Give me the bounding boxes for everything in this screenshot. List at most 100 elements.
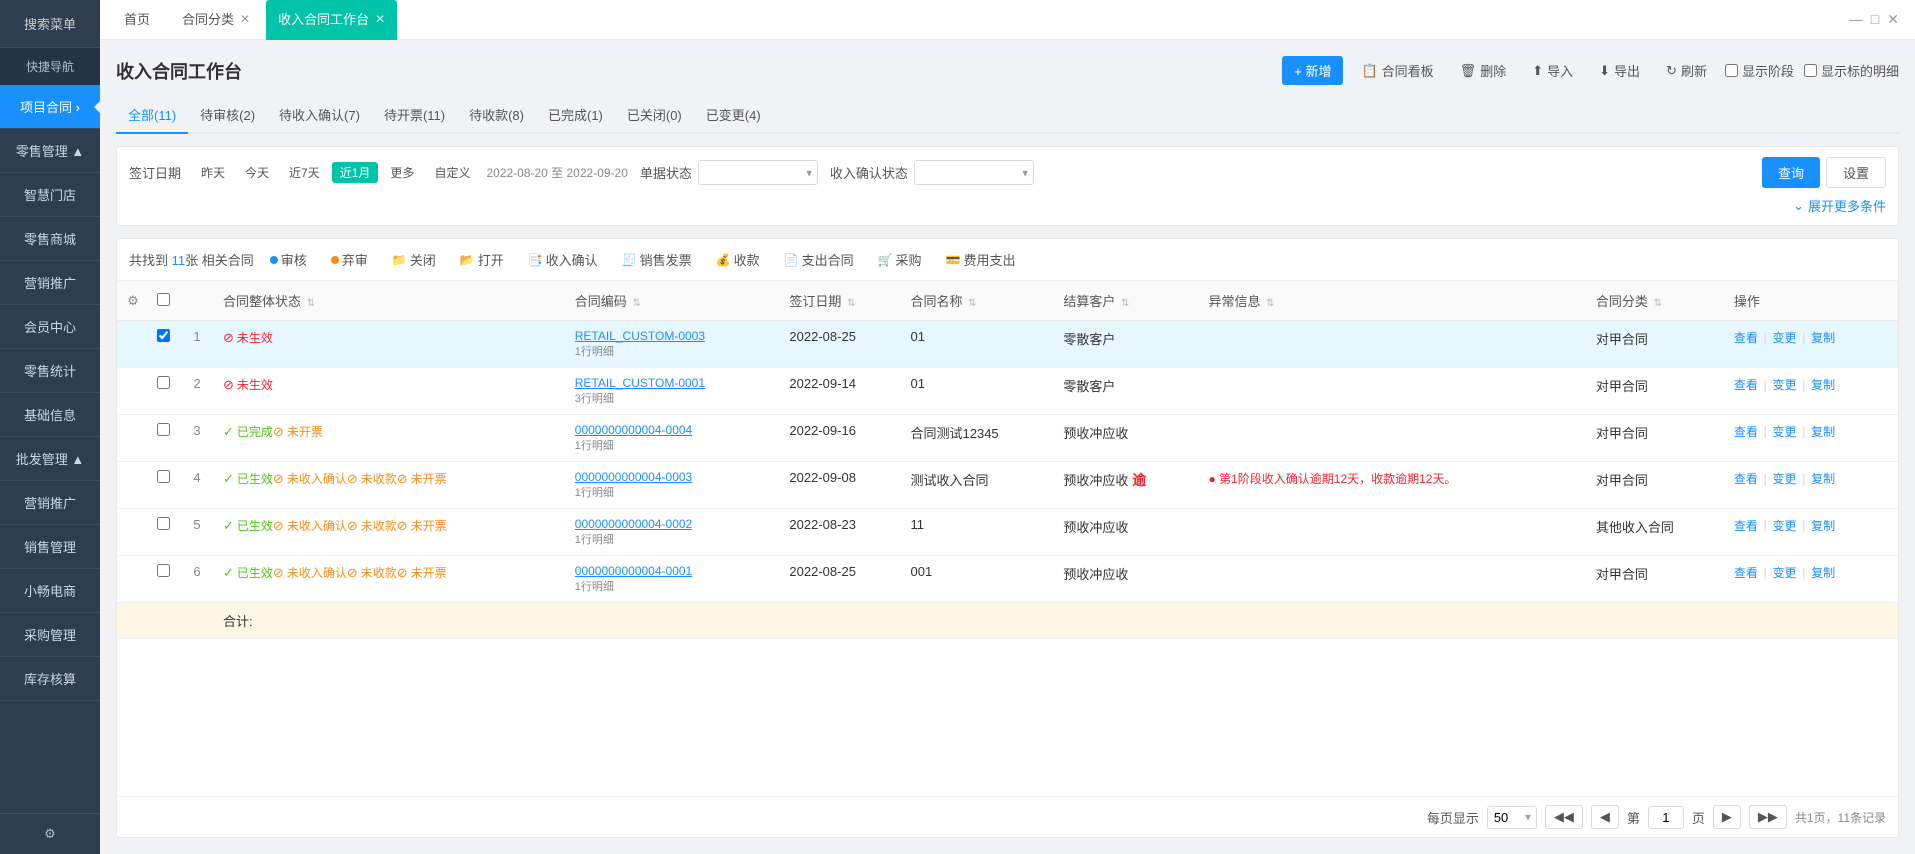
new-button[interactable]: + 新增 xyxy=(1282,56,1343,85)
export-button[interactable]: ⬇ 导出 xyxy=(1591,57,1648,84)
contract-board-button[interactable]: 📋 合同看板 xyxy=(1353,57,1441,84)
query-button[interactable]: 查询 xyxy=(1762,157,1820,188)
sidebar-item-sales[interactable]: 销售管理 xyxy=(0,525,100,569)
sidebar-item-inventory[interactable]: 库存核算 xyxy=(0,657,100,701)
income-confirm-select[interactable] xyxy=(914,160,1034,185)
date-btn-yesterday[interactable]: 昨天 xyxy=(193,162,233,183)
last-page-button[interactable]: ▶▶ xyxy=(1749,805,1787,829)
sidebar-item-marketing2[interactable]: 营销推广 xyxy=(0,481,100,525)
row-select-checkbox[interactable] xyxy=(157,329,170,342)
sidebar-item-member[interactable]: 会员中心 xyxy=(0,305,100,349)
op-变更[interactable]: 变更 xyxy=(1772,378,1796,392)
abandon-button[interactable]: 弃审 xyxy=(323,247,376,272)
date-btn-last1month[interactable]: 近1月 xyxy=(332,162,379,183)
sidebar-item-project-contract[interactable]: 项目合同 › xyxy=(0,85,100,129)
op-变更[interactable]: 变更 xyxy=(1772,331,1796,345)
op-查看[interactable]: 查看 xyxy=(1734,566,1758,580)
audit-button[interactable]: 审核 xyxy=(262,247,315,272)
status-tab-pending-payment[interactable]: 待收款(8) xyxy=(457,97,536,132)
op-复制[interactable]: 复制 xyxy=(1811,566,1835,580)
table-scroll[interactable]: ⚙ 合同整体状态 ⇅ 合同编码 xyxy=(117,281,1898,796)
contract-code-link[interactable]: RETAIL_CUSTOM-0001 xyxy=(575,376,774,390)
row-select-checkbox[interactable] xyxy=(157,376,170,389)
status-tab-changed[interactable]: 已变更(4) xyxy=(694,97,773,132)
date-btn-last7days[interactable]: 近7天 xyxy=(281,162,328,183)
col-overall-status[interactable]: 合同整体状态 ⇅ xyxy=(215,281,567,321)
sidebar-item-retail-mall[interactable]: 零售商城 xyxy=(0,217,100,261)
income-confirm-button[interactable]: 📑 收入确认 xyxy=(520,247,606,272)
op-变更[interactable]: 变更 xyxy=(1772,566,1796,580)
contract-code-link[interactable]: 0000000000004-0003 xyxy=(575,470,774,484)
delete-button[interactable]: 🗑 删除 xyxy=(1452,57,1515,84)
tab-home[interactable]: 首页 xyxy=(108,0,166,40)
op-查看[interactable]: 查看 xyxy=(1734,378,1758,392)
op-复制[interactable]: 复制 xyxy=(1811,331,1835,345)
first-page-button[interactable]: ◀◀ xyxy=(1545,805,1583,829)
op-变更[interactable]: 变更 xyxy=(1772,425,1796,439)
sidebar-item-wholesale[interactable]: 批发管理 ▲ xyxy=(0,437,100,481)
sidebar-item-marketing[interactable]: 营销推广 xyxy=(0,261,100,305)
expense-pay-button[interactable]: 💳 费用支出 xyxy=(938,247,1024,272)
status-tab-pending-review[interactable]: 待审核(2) xyxy=(188,97,267,132)
tab-income-workbench-close[interactable]: ✕ xyxy=(375,12,385,26)
col-contract-code[interactable]: 合同编码 ⇅ xyxy=(567,281,782,321)
sidebar-item-smart-store[interactable]: 智慧门店 xyxy=(0,173,100,217)
sidebar-item-purchase[interactable]: 采购管理 xyxy=(0,613,100,657)
op-复制[interactable]: 复制 xyxy=(1811,519,1835,533)
op-查看[interactable]: 查看 xyxy=(1734,331,1758,345)
col-settlement-customer[interactable]: 结算客户 ⇅ xyxy=(1055,281,1200,321)
per-page-select[interactable]: 10 20 50 100 xyxy=(1487,806,1537,829)
purchase-button[interactable]: 🛒 采购 xyxy=(870,247,930,272)
op-复制[interactable]: 复制 xyxy=(1811,472,1835,486)
op-查看[interactable]: 查看 xyxy=(1734,519,1758,533)
close-button[interactable]: ✕ xyxy=(1887,11,1899,28)
contract-code-link[interactable]: 0000000000004-0004 xyxy=(575,423,774,437)
collect-button[interactable]: 💰 收款 xyxy=(708,247,768,272)
prev-page-button[interactable]: ◀ xyxy=(1591,805,1619,829)
expense-contract-button[interactable]: 📄 支出合同 xyxy=(776,247,862,272)
op-查看[interactable]: 查看 xyxy=(1734,472,1758,486)
show-fields-input[interactable] xyxy=(1725,64,1738,77)
status-tab-all[interactable]: 全部(11) xyxy=(116,97,188,132)
doc-status-select[interactable] xyxy=(698,160,818,185)
status-tab-pending-invoice[interactable]: 待开票(11) xyxy=(372,97,457,132)
col-contract-type[interactable]: 合同分类 ⇅ xyxy=(1588,281,1726,321)
tab-contract-type-close[interactable]: ✕ xyxy=(240,12,250,26)
sales-invoice-button[interactable]: 🧾 销售发票 xyxy=(614,247,700,272)
contract-code-link[interactable]: 0000000000004-0001 xyxy=(575,564,774,578)
open-contract-button[interactable]: 📂 打开 xyxy=(452,247,512,272)
status-tab-closed[interactable]: 已关闭(0) xyxy=(615,97,694,132)
expand-filter-button[interactable]: ⌄ 展开更多条件 xyxy=(1793,196,1886,215)
next-page-button[interactable]: ▶ xyxy=(1713,805,1741,829)
close-contract-button[interactable]: 📁 关闭 xyxy=(384,247,444,272)
col-settings-icon[interactable]: ⚙ xyxy=(127,293,139,308)
sidebar-search[interactable]: 搜索菜单 xyxy=(0,0,100,48)
show-details-checkbox[interactable]: 显示标的明细 xyxy=(1804,61,1899,80)
select-all-checkbox[interactable] xyxy=(157,293,170,306)
sidebar-item-retail-mgmt[interactable]: 零售管理 ▲ xyxy=(0,129,100,173)
op-复制[interactable]: 复制 xyxy=(1811,425,1835,439)
status-tab-pending-confirm[interactable]: 待收入确认(7) xyxy=(267,97,372,132)
op-查看[interactable]: 查看 xyxy=(1734,425,1758,439)
import-button[interactable]: ⬆ 导入 xyxy=(1524,57,1581,84)
show-fields-checkbox[interactable]: 显示阶段 xyxy=(1725,61,1794,80)
contract-code-link[interactable]: RETAIL_CUSTOM-0003 xyxy=(575,329,774,343)
col-contract-name[interactable]: 合同名称 ⇅ xyxy=(903,281,1056,321)
sidebar-settings[interactable]: ⚙ xyxy=(0,813,100,854)
filter-settings-button[interactable]: 设置 xyxy=(1826,157,1886,188)
date-btn-custom[interactable]: 自定义 xyxy=(426,162,478,183)
op-变更[interactable]: 变更 xyxy=(1772,472,1796,486)
date-btn-today[interactable]: 今天 xyxy=(237,162,277,183)
page-number-input[interactable] xyxy=(1648,806,1684,829)
show-details-input[interactable] xyxy=(1804,64,1817,77)
sidebar-item-retail-stats[interactable]: 零售统计 xyxy=(0,349,100,393)
col-anomaly-info[interactable]: 异常信息 ⇅ xyxy=(1201,281,1588,321)
refresh-button[interactable]: ↻ 刷新 xyxy=(1658,57,1715,84)
row-select-checkbox[interactable] xyxy=(157,564,170,577)
contract-code-link[interactable]: 0000000000004-0002 xyxy=(575,517,774,531)
row-select-checkbox[interactable] xyxy=(157,423,170,436)
maximize-button[interactable]: □ xyxy=(1871,11,1879,28)
col-sign-date[interactable]: 签订日期 ⇅ xyxy=(781,281,902,321)
tab-contract-type[interactable]: 合同分类 ✕ xyxy=(166,0,266,40)
tab-income-workbench[interactable]: 收入合同工作台 ✕ xyxy=(266,0,397,40)
